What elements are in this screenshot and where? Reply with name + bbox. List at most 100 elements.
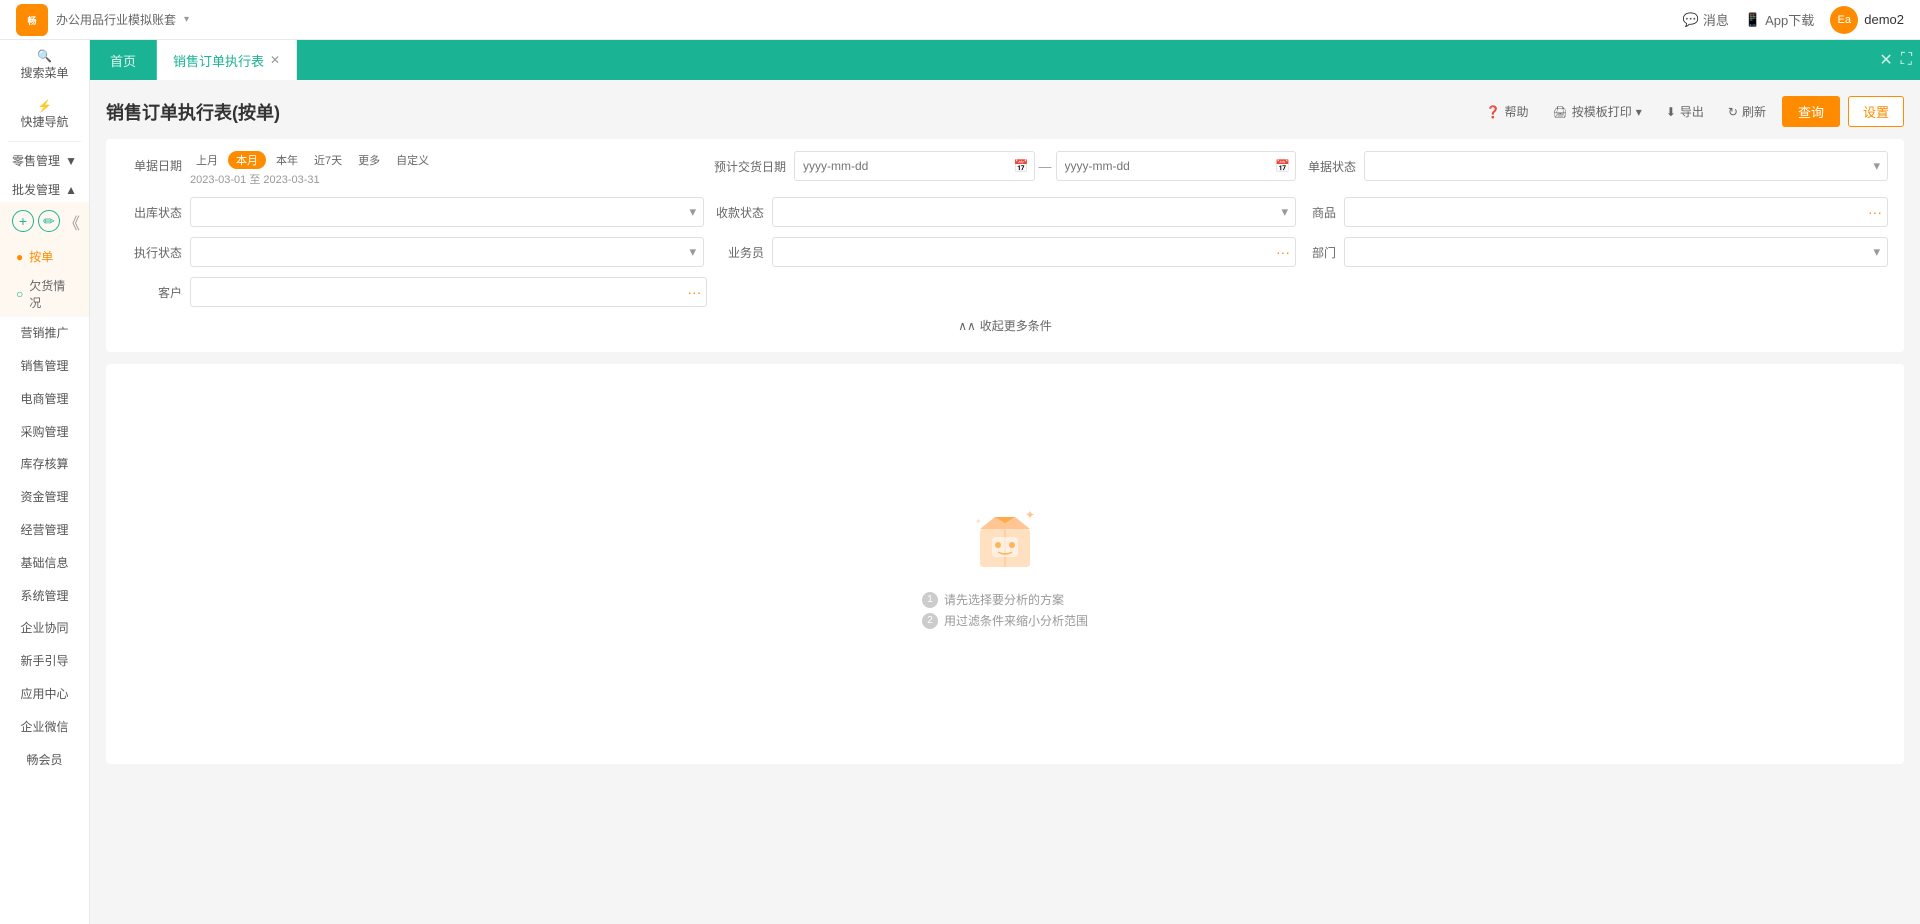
app-title: 办公用品行业模拟账套 xyxy=(56,11,176,28)
tab-home[interactable]: 首页 xyxy=(90,40,157,80)
outbound-status-field: 出库状态 xyxy=(122,197,704,227)
salesperson-field: 业务员 ··· xyxy=(714,237,1296,267)
page-header: 销售订单执行表(按单) ❓ 帮助 🖨 按模板打印 ▾ ⬇ 导出 xyxy=(106,96,1904,127)
salesperson-label: 业务员 xyxy=(714,244,764,261)
sidebar-item-appstore[interactable]: 应用中心 xyxy=(0,678,89,711)
customer-input[interactable] xyxy=(190,277,707,307)
product-input-wrapper: ··· xyxy=(1344,197,1888,227)
tab-bar-actions: ✕ ⛶ xyxy=(1871,40,1920,80)
sidebar-item-marketing[interactable]: 营销推广 xyxy=(0,317,89,350)
product-dots-icon[interactable]: ··· xyxy=(1868,204,1882,220)
date-range-display: 2023-03-01 至 2023-03-31 xyxy=(190,171,704,187)
dept-select[interactable] xyxy=(1344,237,1888,267)
add-plan-button[interactable]: + xyxy=(12,210,34,232)
date-btn-this-year[interactable]: 本年 xyxy=(270,151,304,169)
filter-panel: 单据日期 上月 本月 本年 近7天 更多 自定义 2023-03-0 xyxy=(106,139,1904,352)
dept-wrapper xyxy=(1344,237,1888,267)
sidebar-item-newbie[interactable]: 新手引导 xyxy=(0,645,89,678)
tab-close-all-icon[interactable]: ✕ xyxy=(1879,50,1892,70)
date-btn-this-month[interactable]: 本月 xyxy=(228,151,266,169)
sidebar-item-enterprise[interactable]: 企业协同 xyxy=(0,612,89,645)
empty-icon: ✦ ✦ xyxy=(960,495,1050,575)
outbound-status-select[interactable] xyxy=(190,197,704,227)
sidebar-item-inventory[interactable]: 库存核算 xyxy=(0,448,89,481)
date-label: 单据日期 xyxy=(134,157,182,174)
sidebar-item-vip[interactable]: 畅会员 xyxy=(0,744,89,777)
date-field-group: 单据日期 上月 本月 本年 近7天 更多 自定义 2023-03-0 xyxy=(122,151,704,187)
forecast-date-field: 预计交货日期 📅 — 📅 xyxy=(714,151,1296,181)
sidebar-item-system[interactable]: 系统管理 xyxy=(0,580,89,613)
tab-maximize-icon[interactable]: ⛶ xyxy=(1901,51,1912,69)
sidebar-item-finance[interactable]: 资金管理 xyxy=(0,481,89,514)
sidebar-item-wechat[interactable]: 企业微信 xyxy=(0,711,89,744)
top-bar: 畅 办公用品行业模拟账套 ▾ 💬 消息 📱 App下载 Ea demo2 xyxy=(0,0,1920,40)
sidebar-item-sales[interactable]: 销售管理 xyxy=(0,350,89,383)
sidebar-sub-item-debt[interactable]: ○ 欠货情况 xyxy=(0,271,89,317)
results-area: ✦ ✦ 1 请先选择要分析的方案 2 用过滤条件来缩小分析范围 xyxy=(106,364,1904,764)
forecast-start-input[interactable] xyxy=(794,151,1035,181)
export-button[interactable]: ⬇ 导出 xyxy=(1658,99,1712,124)
order-status-select-wrapper xyxy=(1364,151,1888,181)
sidebar-item-purchase[interactable]: 采购管理 xyxy=(0,416,89,449)
payment-status-label: 收款状态 xyxy=(714,204,764,221)
order-status-field: 单据状态 xyxy=(1306,151,1888,181)
empty-hints: 1 请先选择要分析的方案 2 用过滤条件来缩小分析范围 xyxy=(922,591,1088,633)
refresh-button[interactable]: ↻ 刷新 xyxy=(1720,99,1774,124)
svg-text:✦: ✦ xyxy=(975,517,982,526)
sidebar-item-retail[interactable]: 零售管理 ▼ xyxy=(0,144,89,173)
product-input[interactable] xyxy=(1344,197,1888,227)
order-status-select[interactable] xyxy=(1364,151,1888,181)
forecast-end-input[interactable] xyxy=(1056,151,1297,181)
salesperson-dots-icon[interactable]: ··· xyxy=(1276,244,1290,260)
user-profile[interactable]: Ea demo2 xyxy=(1830,6,1904,34)
query-button[interactable]: 查询 xyxy=(1782,96,1840,127)
settings-button[interactable]: 设置 xyxy=(1848,96,1904,127)
order-dot-icon: ● xyxy=(16,250,23,264)
refresh-icon: ↻ xyxy=(1728,105,1738,119)
order-status-label: 单据状态 xyxy=(1306,158,1356,175)
message-button[interactable]: 💬 消息 xyxy=(1683,10,1729,29)
sidebar-item-quicknav[interactable]: ⚡ 快捷导航 xyxy=(0,90,89,140)
customer-dots-icon[interactable]: ··· xyxy=(687,284,701,300)
collapse-conditions-button[interactable]: ∧∧ 收起更多条件 xyxy=(122,311,1888,340)
username-label: demo2 xyxy=(1864,12,1904,27)
tab-close-icon[interactable]: ✕ xyxy=(270,53,280,67)
help-button[interactable]: ❓ 帮助 xyxy=(1478,99,1537,124)
app-dropdown-icon[interactable]: ▾ xyxy=(184,14,189,25)
salesperson-input-wrapper: ··· xyxy=(772,237,1296,267)
tab-sales-exec[interactable]: 销售订单执行表 ✕ xyxy=(157,40,297,80)
date-quick-btns: 上月 本月 本年 近7天 更多 自定义 xyxy=(190,151,704,169)
product-field: 商品 ··· xyxy=(1306,197,1888,227)
logo-icon: 畅 xyxy=(16,4,48,36)
sidebar: 🔍 搜索菜单 ⚡ 快捷导航 零售管理 ▼ 批发管理 ▲ + ✏ 《 xyxy=(0,40,90,924)
product-label: 商品 xyxy=(1306,204,1336,221)
date-controls: 上月 本月 本年 近7天 更多 自定义 2023-03-01 至 2023-03… xyxy=(190,151,704,187)
payment-status-wrapper xyxy=(772,197,1296,227)
edit-plan-button[interactable]: ✏ xyxy=(38,210,60,232)
sidebar-item-wholesale[interactable]: 批发管理 ▲ xyxy=(0,173,89,202)
date-btn-more[interactable]: 更多 xyxy=(352,151,386,169)
empty-hint-2: 2 用过滤条件来缩小分析范围 xyxy=(922,612,1088,629)
page-actions: ❓ 帮助 🖨 按模板打印 ▾ ⬇ 导出 ↻ 刷新 xyxy=(1478,96,1904,127)
collapse-plan-button[interactable]: 《 xyxy=(64,210,80,234)
content-area: 首页 销售订单执行表 ✕ ✕ ⛶ 销售订单执行表(按单) ❓ 帮助 xyxy=(90,40,1920,924)
search-icon: 🔍 xyxy=(37,48,52,65)
date-btn-7days[interactable]: 近7天 xyxy=(308,151,348,169)
date-btn-custom[interactable]: 自定义 xyxy=(390,151,435,169)
dept-field: 部门 xyxy=(1306,237,1888,267)
debt-icon: ○ xyxy=(16,287,23,301)
exec-status-select[interactable] xyxy=(190,237,704,267)
payment-status-select[interactable] xyxy=(772,197,1296,227)
sidebar-item-basic[interactable]: 基础信息 xyxy=(0,547,89,580)
sidebar-item-search[interactable]: 🔍 搜索菜单 xyxy=(0,40,89,90)
sidebar-item-operations[interactable]: 经营管理 xyxy=(0,514,89,547)
template-print-button[interactable]: 🖨 按模板打印 ▾ xyxy=(1545,99,1650,124)
app-download-button[interactable]: 📱 App下载 xyxy=(1745,10,1814,29)
salesperson-input[interactable] xyxy=(772,237,1296,267)
download-icon: 📱 xyxy=(1745,12,1761,28)
print-dropdown-icon: ▾ xyxy=(1636,105,1642,119)
avatar: Ea xyxy=(1830,6,1858,34)
sidebar-sub-item-order[interactable]: ● 按单 xyxy=(0,242,89,271)
date-btn-last-month[interactable]: 上月 xyxy=(190,151,224,169)
sidebar-item-ecommerce[interactable]: 电商管理 xyxy=(0,383,89,416)
